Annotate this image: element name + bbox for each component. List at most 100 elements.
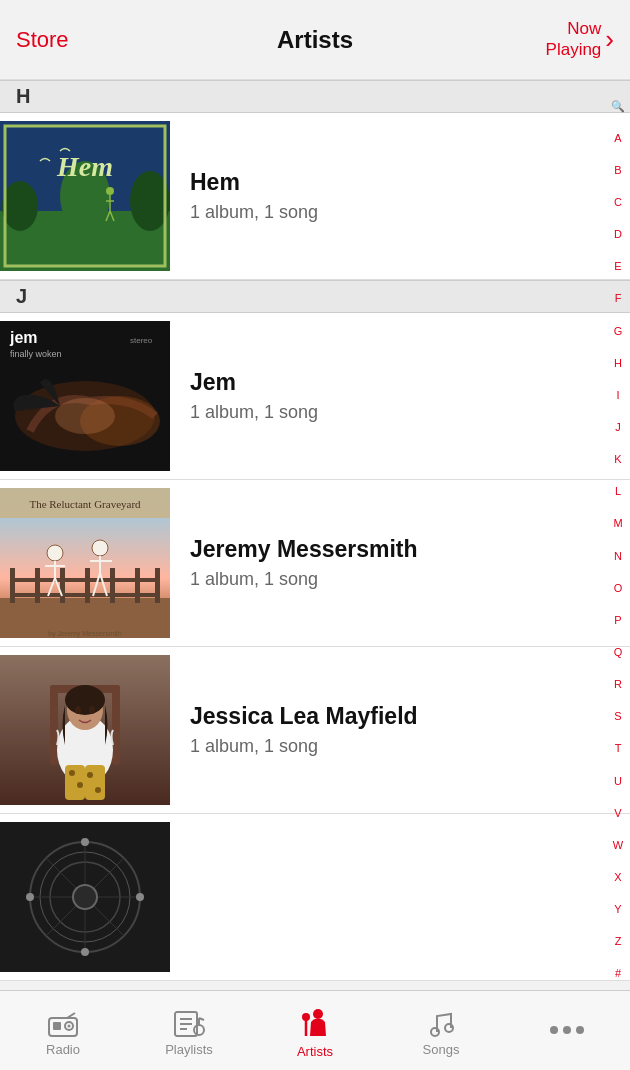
alpha-f[interactable]: F [615, 293, 622, 304]
artist-row-jem[interactable]: jem finally woken stereo Jem 1 album, 1 … [0, 313, 630, 480]
svg-text:jem: jem [9, 329, 38, 346]
page-title: Artists [96, 26, 534, 54]
svg-text:by Jeremy Messersmith: by Jeremy Messersmith [48, 630, 122, 638]
album-art-jeremy: The Reluctant Graveyard by Jeremy Messer… [0, 488, 170, 638]
app-header: Store Artists NowPlaying › [0, 0, 630, 80]
tab-radio-label: Radio [46, 1042, 80, 1057]
alpha-y[interactable]: Y [614, 904, 621, 915]
svg-point-79 [313, 1009, 323, 1019]
svg-rect-18 [35, 568, 40, 603]
tab-bar: Radio Playlists Artists [0, 990, 630, 1070]
now-playing-button[interactable]: NowPlaying › [534, 19, 614, 60]
svg-point-2 [2, 181, 38, 231]
alpha-search[interactable]: 🔍 [611, 101, 625, 112]
album-art-hem: Hem [0, 121, 170, 271]
alpha-z[interactable]: Z [615, 936, 622, 947]
svg-point-62 [73, 885, 97, 909]
svg-point-48 [87, 772, 93, 778]
artists-icon [296, 1008, 334, 1040]
alpha-i[interactable]: I [616, 390, 619, 401]
alpha-o[interactable]: O [614, 583, 623, 594]
radio-icon [47, 1010, 79, 1038]
tab-playlists[interactable]: Playlists [126, 991, 252, 1070]
svg-text:finally woken: finally woken [10, 349, 62, 359]
svg-rect-40 [50, 685, 58, 765]
svg-point-14 [55, 398, 115, 434]
svg-point-70 [68, 1025, 71, 1028]
svg-point-76 [194, 1025, 204, 1035]
tab-artists[interactable]: Artists [252, 991, 378, 1070]
alpha-g[interactable]: G [614, 326, 623, 337]
artists-list: H Hem [0, 80, 630, 990]
alpha-n[interactable]: N [614, 551, 622, 562]
alpha-hash[interactable]: # [615, 968, 621, 979]
svg-point-7 [106, 187, 114, 195]
svg-rect-17 [10, 568, 15, 603]
album-art-jessica [0, 655, 170, 805]
alpha-a[interactable]: A [614, 133, 621, 144]
artist-row-jeremy[interactable]: The Reluctant Graveyard by Jeremy Messer… [0, 480, 630, 647]
svg-point-53 [89, 706, 95, 714]
alpha-q[interactable]: Q [614, 647, 623, 658]
album-art-jem: jem finally woken stereo [0, 321, 170, 471]
alpha-r[interactable]: R [614, 679, 622, 690]
svg-point-52 [75, 706, 81, 714]
artist-meta-hem: 1 album, 1 song [190, 202, 600, 223]
tab-songs-label: Songs [423, 1042, 460, 1057]
tab-songs[interactable]: Songs [378, 991, 504, 1070]
svg-point-81 [302, 1013, 310, 1021]
tab-playlists-label: Playlists [165, 1042, 213, 1057]
alpha-d[interactable]: D [614, 229, 622, 240]
alpha-m[interactable]: M [613, 518, 622, 529]
playlists-icon [173, 1010, 205, 1038]
artist-row-fifth[interactable] [0, 814, 630, 981]
alpha-s[interactable]: S [614, 711, 621, 722]
artist-meta-jessica: 1 album, 1 song [190, 736, 600, 757]
alpha-c[interactable]: C [614, 197, 622, 208]
alpha-u[interactable]: U [614, 776, 622, 787]
tab-radio[interactable]: Radio [0, 991, 126, 1070]
album-art-fifth [0, 822, 170, 972]
svg-point-66 [136, 893, 144, 901]
svg-rect-20 [85, 568, 90, 603]
tab-more[interactable] [504, 991, 630, 1070]
svg-point-31 [92, 540, 108, 556]
more-dots-icon [550, 1026, 584, 1034]
svg-rect-25 [10, 593, 160, 597]
svg-point-46 [69, 770, 75, 776]
store-button[interactable]: Store [16, 27, 96, 53]
alpha-v[interactable]: V [614, 808, 621, 819]
alpha-w[interactable]: W [613, 840, 623, 851]
artist-name-jessica: Jessica Lea Mayfield [190, 703, 600, 730]
alpha-j[interactable]: J [615, 422, 621, 433]
artist-meta-jem: 1 album, 1 song [190, 402, 600, 423]
alpha-h[interactable]: H [614, 358, 622, 369]
alpha-t[interactable]: T [615, 743, 622, 754]
now-playing-label: NowPlaying [546, 19, 602, 60]
svg-point-51 [65, 685, 105, 715]
alpha-x[interactable]: X [614, 872, 621, 883]
alphabet-sidebar: 🔍 A B C D E F G H I J K L M N O P Q R S … [608, 90, 628, 990]
svg-point-26 [47, 545, 63, 561]
alpha-p[interactable]: P [614, 615, 621, 626]
artist-info-jeremy: Jeremy Messersmith 1 album, 1 song [190, 536, 600, 590]
alpha-e[interactable]: E [614, 261, 621, 272]
svg-text:Hem: Hem [56, 151, 113, 182]
artist-name-hem: Hem [190, 169, 600, 196]
artist-row-jessica[interactable]: Jessica Lea Mayfield 1 album, 1 song [0, 647, 630, 814]
svg-point-63 [81, 838, 89, 846]
chevron-right-icon: › [605, 24, 614, 55]
svg-text:stereo: stereo [130, 336, 153, 345]
artist-meta-jeremy: 1 album, 1 song [190, 569, 600, 590]
svg-point-49 [95, 787, 101, 793]
artist-name-jeremy: Jeremy Messersmith [190, 536, 600, 563]
artist-info-jem: Jem 1 album, 1 song [190, 369, 600, 423]
tab-artists-label: Artists [297, 1044, 333, 1059]
svg-rect-22 [135, 568, 140, 603]
section-header-j: J [0, 280, 630, 313]
svg-text:The Reluctant Graveyard: The Reluctant Graveyard [29, 498, 141, 510]
alpha-b[interactable]: B [614, 165, 621, 176]
alpha-k[interactable]: K [614, 454, 621, 465]
alpha-l[interactable]: L [615, 486, 621, 497]
artist-row-hem[interactable]: Hem Hem 1 album, 1 song [0, 113, 630, 280]
